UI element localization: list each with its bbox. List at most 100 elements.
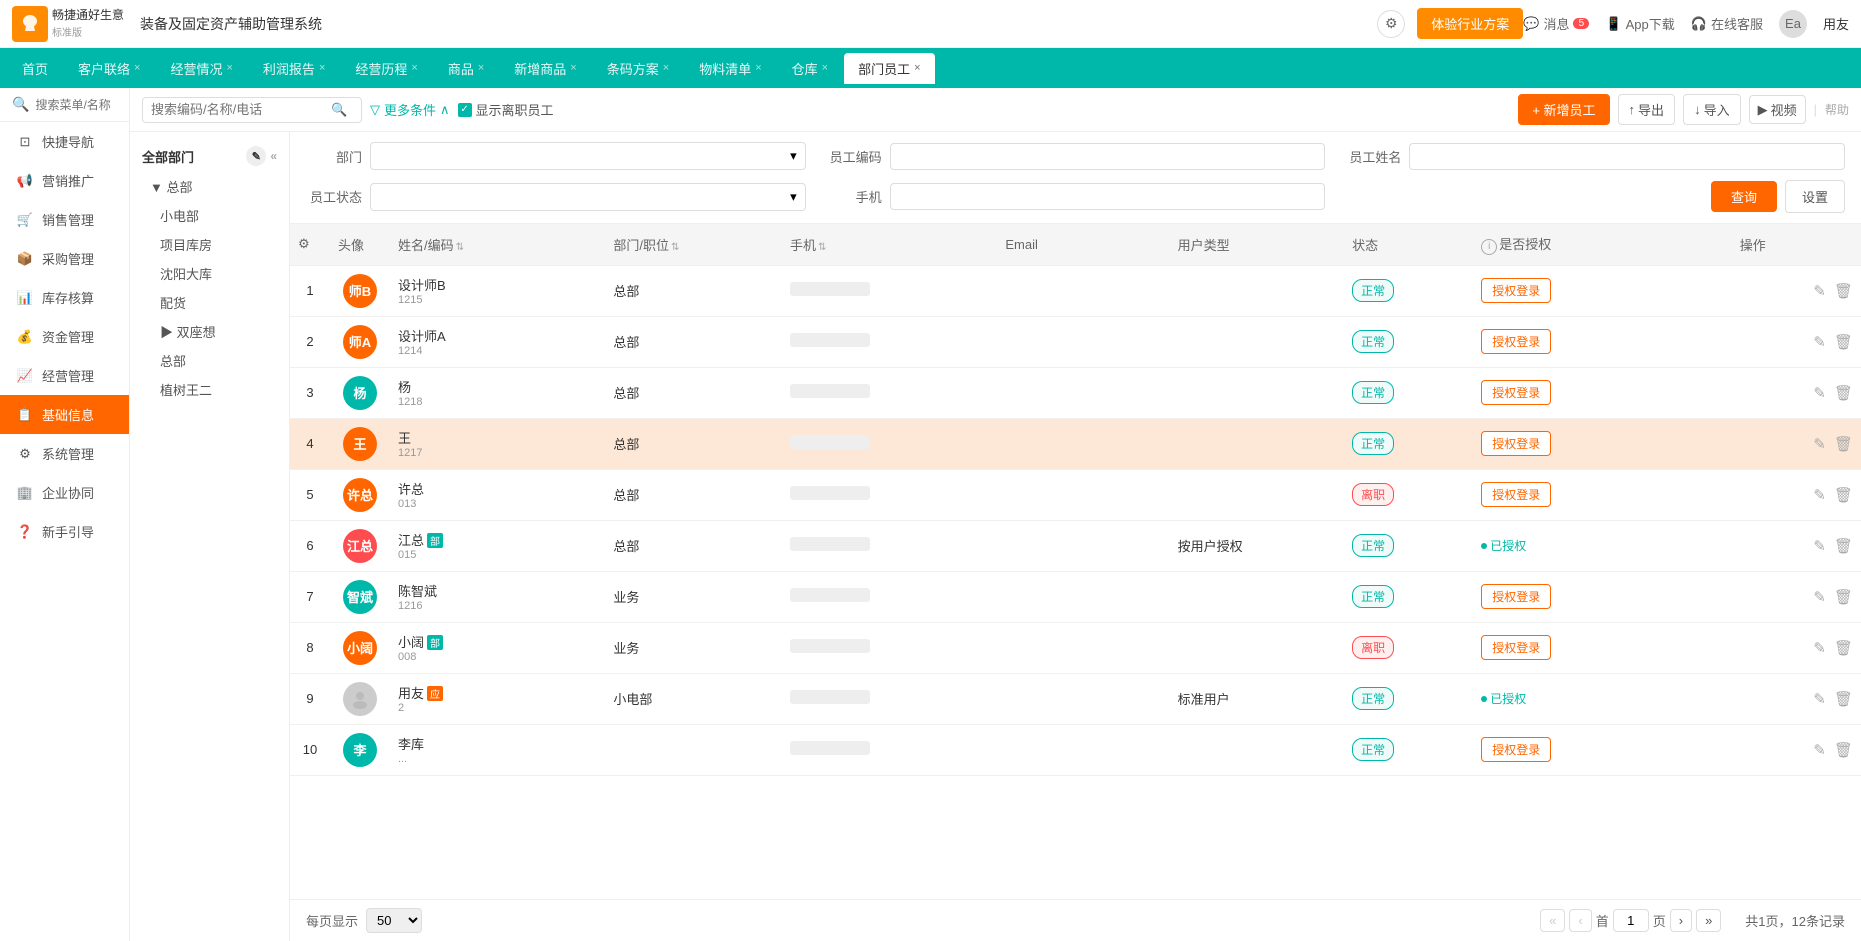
phone-input[interactable] xyxy=(890,183,1326,210)
nav-tab-经营历程[interactable]: 经营历程× xyxy=(341,53,431,84)
edit-icon-9[interactable]: ✎ xyxy=(1813,690,1826,708)
dept-node-plant-king[interactable]: 植树王二 xyxy=(130,375,289,404)
col-header-dept[interactable]: 部门/职位⇅ xyxy=(605,224,782,265)
dept-node-double-dream[interactable]: ▶ 双座想 xyxy=(130,317,289,346)
emp-status-select[interactable]: ▾ xyxy=(370,183,806,211)
auth-login-btn[interactable]: 授权登录 xyxy=(1481,380,1551,405)
emp-name-input[interactable] xyxy=(1409,143,1845,170)
nav-tab-仓库[interactable]: 仓库× xyxy=(778,53,842,84)
dept-node-distribution[interactable]: 配货 xyxy=(130,288,289,317)
reset-btn[interactable]: 设置 xyxy=(1785,180,1845,213)
col-auth-3[interactable]: 授权登录 xyxy=(1473,367,1731,418)
sidebar-item-company[interactable]: 🏢 企业协同 xyxy=(0,473,129,512)
delete-icon-5[interactable]: 🗑 xyxy=(1834,486,1853,504)
app-download-action[interactable]: 📱 App下载 xyxy=(1605,14,1674,33)
view-btn[interactable]: ▶ 视频 xyxy=(1749,95,1806,124)
sidebar-item-purchase[interactable]: 📦 采购管理 xyxy=(0,239,129,278)
nav-tab-close-icon[interactable]: × xyxy=(663,62,669,74)
dept-collapse-btn[interactable]: « xyxy=(270,149,277,163)
delete-icon-7[interactable]: 🗑 xyxy=(1834,588,1853,606)
more-conditions-btn[interactable]: ▽ 更多条件 ∧ xyxy=(370,100,450,119)
sidebar-item-marketing[interactable]: 📢 营销推广 xyxy=(0,161,129,200)
nav-tab-经营情况[interactable]: 经营情况× xyxy=(156,53,246,84)
sidebar-item-basic-info[interactable]: 📋 基础信息 xyxy=(0,395,129,434)
nav-tab-close-icon[interactable]: × xyxy=(134,62,140,74)
search-submit-icon[interactable]: 🔍 xyxy=(331,102,347,118)
edit-icon-1[interactable]: ✎ xyxy=(1813,282,1826,300)
col-auth-6[interactable]: 已授权 xyxy=(1473,520,1731,571)
nav-tab-商品[interactable]: 商品× xyxy=(434,53,498,84)
nav-tab-利润报告[interactable]: 利润报告× xyxy=(249,53,339,84)
dept-node-headquarters[interactable]: 总部 xyxy=(130,346,289,375)
dept-node-general[interactable]: ▼ 总部 xyxy=(130,172,289,201)
col-header-name[interactable]: 姓名/编码⇅ xyxy=(390,224,605,265)
nav-tab-条码方案[interactable]: 条码方案× xyxy=(593,53,683,84)
emp-code-input[interactable] xyxy=(890,143,1326,170)
col-auth-8[interactable]: 授权登录 xyxy=(1473,622,1731,673)
col-auth-10[interactable]: 授权登录 xyxy=(1473,724,1731,775)
nav-tab-close-icon[interactable]: × xyxy=(411,62,417,74)
col-header-phone[interactable]: 手机⇅ xyxy=(782,224,997,265)
col-auth-5[interactable]: 授权登录 xyxy=(1473,469,1731,520)
page-size-select[interactable]: 102050100 xyxy=(366,908,422,933)
sidebar-search-input[interactable] xyxy=(35,98,130,112)
next-page-btn[interactable]: › xyxy=(1670,909,1692,932)
col-auth-2[interactable]: 授权登录 xyxy=(1473,316,1731,367)
nav-tab-物料清单[interactable]: 物料清单× xyxy=(685,53,775,84)
query-btn[interactable]: 查询 xyxy=(1711,181,1777,212)
delete-icon-10[interactable]: 🗑 xyxy=(1834,741,1853,759)
auth-login-btn[interactable]: 授权登录 xyxy=(1481,329,1551,354)
edit-icon-7[interactable]: ✎ xyxy=(1813,588,1826,606)
delete-icon-8[interactable]: 🗑 xyxy=(1834,639,1853,657)
delete-icon-9[interactable]: 🗑 xyxy=(1834,690,1853,708)
col-auth-4[interactable]: 授权登录 xyxy=(1473,418,1731,469)
delete-icon-1[interactable]: 🗑 xyxy=(1834,282,1853,300)
sidebar-item-system[interactable]: ⚙ 系统管理 xyxy=(0,434,129,473)
prev-page-btn[interactable]: ‹ xyxy=(1569,909,1591,932)
nav-tab-首页[interactable]: 首页 xyxy=(8,53,62,84)
dept-node-shenyang[interactable]: 沈阳大库 xyxy=(130,259,289,288)
dept-select[interactable]: ▾ xyxy=(370,142,806,170)
export-btn[interactable]: ↑ 导出 xyxy=(1618,94,1676,125)
message-action[interactable]: 💬 消息 5 xyxy=(1523,14,1589,33)
sidebar-item-finance[interactable]: 💰 资金管理 xyxy=(0,317,129,356)
nav-tab-客户联络[interactable]: 客户联络× xyxy=(64,53,154,84)
nav-tab-close-icon[interactable]: × xyxy=(478,62,484,74)
show-resigned-toggle[interactable]: ✓ 显示离职员工 xyxy=(458,100,554,119)
auth-login-btn[interactable]: 授权登录 xyxy=(1481,482,1551,507)
delete-icon-3[interactable]: 🗑 xyxy=(1834,384,1853,402)
edit-icon-5[interactable]: ✎ xyxy=(1813,486,1826,504)
delete-icon-6[interactable]: 🗑 xyxy=(1834,537,1853,555)
dept-all-label[interactable]: 全部部门 xyxy=(142,147,194,166)
sidebar-item-guide[interactable]: ❓ 新手引导 xyxy=(0,512,129,551)
col-auth-9[interactable]: 已授权 xyxy=(1473,673,1731,724)
edit-icon-4[interactable]: ✎ xyxy=(1813,435,1826,453)
nav-tab-新增商品[interactable]: 新增商品× xyxy=(500,53,590,84)
col-auth-1[interactable]: 授权登录 xyxy=(1473,265,1731,316)
auth-login-btn[interactable]: 授权登录 xyxy=(1481,431,1551,456)
auth-login-btn[interactable]: 授权登录 xyxy=(1481,584,1551,609)
experience-btn[interactable]: 体验行业方案 xyxy=(1417,8,1523,39)
sidebar-item-sales[interactable]: 🛒 销售管理 xyxy=(0,200,129,239)
sidebar-item-inventory[interactable]: 📊 库存核算 xyxy=(0,278,129,317)
nav-tab-close-icon[interactable]: × xyxy=(570,62,576,74)
dept-edit-icon[interactable]: ✎ xyxy=(246,146,266,166)
edit-icon-8[interactable]: ✎ xyxy=(1813,639,1826,657)
nav-tab-close-icon[interactable]: × xyxy=(226,62,232,74)
first-page-btn[interactable]: « xyxy=(1540,909,1565,932)
import-btn[interactable]: ↓ 导入 xyxy=(1683,94,1741,125)
user-name[interactable]: 用友 xyxy=(1823,14,1849,33)
show-resigned-checkbox[interactable]: ✓ xyxy=(458,103,472,117)
sidebar-item-operations[interactable]: 📈 经营管理 xyxy=(0,356,129,395)
sidebar-item-quick-nav[interactable]: ⊡ 快捷导航 xyxy=(0,122,129,161)
auth-login-btn[interactable]: 授权登录 xyxy=(1481,278,1551,303)
delete-icon-4[interactable]: 🗑 xyxy=(1834,435,1853,453)
last-page-btn[interactable]: » xyxy=(1696,909,1721,932)
edit-icon-10[interactable]: ✎ xyxy=(1813,741,1826,759)
emp-search-input[interactable] xyxy=(151,102,331,117)
auth-login-btn[interactable]: 授权登录 xyxy=(1481,737,1551,762)
dept-node-small-elec[interactable]: 小电部 xyxy=(130,201,289,230)
delete-icon-2[interactable]: 🗑 xyxy=(1834,333,1853,351)
online-service-action[interactable]: 🎧 在线客服 xyxy=(1691,14,1763,33)
nav-tab-close-icon[interactable]: × xyxy=(319,62,325,74)
